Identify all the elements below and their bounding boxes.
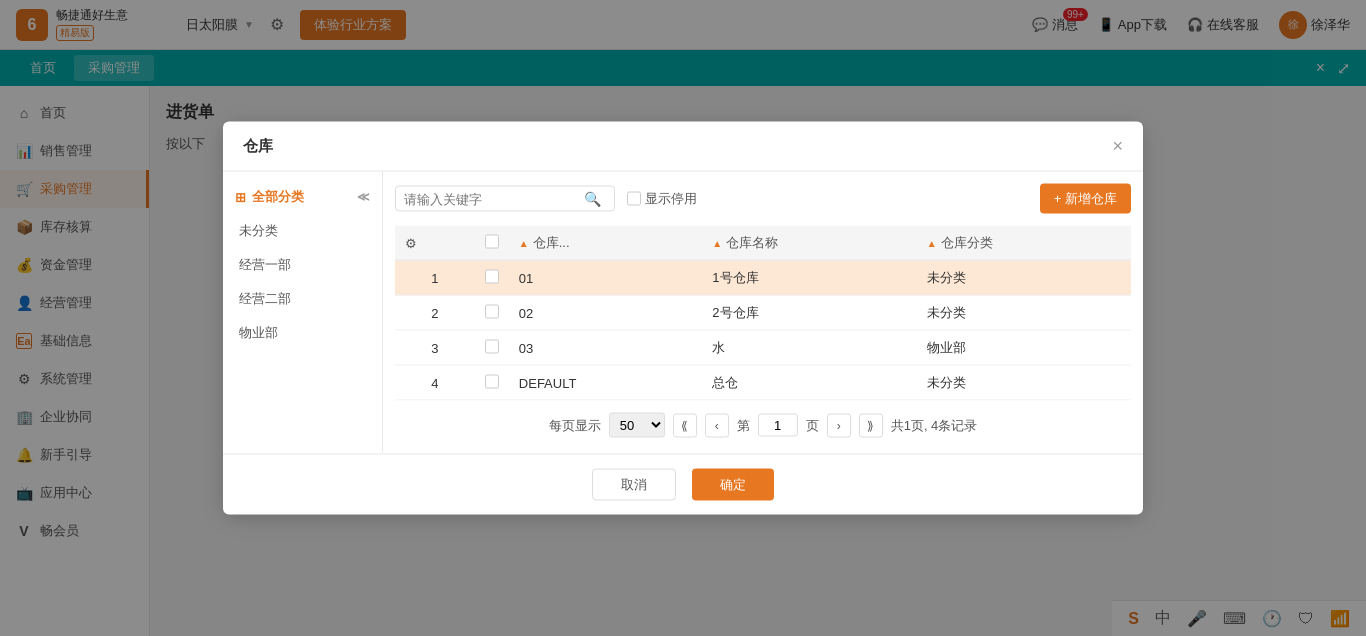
last-page-btn[interactable]: ⟫ <box>859 413 883 437</box>
modal-footer: 取消 确定 <box>223 454 1143 515</box>
row-index: 2 <box>395 295 475 330</box>
row-check-cell <box>475 260 509 295</box>
page-label: 第 <box>737 416 750 434</box>
warehouse-table: ⚙ ▲仓库... ▲仓库名称 ▲仓库分类 1 01 1号仓库 未分类 2 <box>395 226 1131 401</box>
category-item-uncategorized[interactable]: 未分类 <box>223 214 382 248</box>
row-name-3: 水 <box>702 330 916 365</box>
modal-header: 仓库 × <box>223 122 1143 172</box>
grid-icon: ⊞ <box>235 189 246 204</box>
row-checkbox-4[interactable] <box>485 374 499 388</box>
table-row[interactable]: 3 03 水 物业部 <box>395 330 1131 365</box>
category-all[interactable]: ⊞ 全部分类 ≪ <box>223 180 382 214</box>
modal-title: 仓库 <box>243 137 273 156</box>
page-unit: 页 <box>806 416 819 434</box>
pagination: 每页显示 50 100 ⟪ ‹ 第 页 › ⟫ 共1页, 4条记录 <box>395 401 1131 442</box>
first-page-btn[interactable]: ⟪ <box>673 413 697 437</box>
modal-close-button[interactable]: × <box>1112 136 1123 157</box>
row-check-cell <box>475 330 509 365</box>
show-disabled-checkbox[interactable]: 显示停用 <box>627 190 697 208</box>
category-item-operations1[interactable]: 经营一部 <box>223 248 382 282</box>
per-page-label: 每页显示 <box>549 416 601 434</box>
col-check <box>475 226 509 261</box>
next-page-btn[interactable]: › <box>827 413 851 437</box>
per-page-select[interactable]: 50 100 <box>609 413 665 438</box>
select-all-checkbox[interactable] <box>485 234 499 248</box>
search-box[interactable]: 🔍 <box>395 186 615 212</box>
col-category: ▲仓库分类 <box>917 226 1131 261</box>
category-all-label: 全部分类 <box>252 188 304 206</box>
category-panel: ⊞ 全部分类 ≪ 未分类 经营一部 经营二部 物业部 <box>223 172 383 454</box>
row-index: 4 <box>395 365 475 400</box>
table-row[interactable]: 4 DEFAULT 总仓 未分类 <box>395 365 1131 400</box>
row-code-2: 02 <box>509 295 703 330</box>
row-checkbox-2[interactable] <box>485 304 499 318</box>
row-category-3: 物业部 <box>917 330 1131 365</box>
table-row[interactable]: 1 01 1号仓库 未分类 <box>395 260 1131 295</box>
category-collapse-icon[interactable]: ≪ <box>357 190 370 204</box>
page-number-input[interactable] <box>758 414 798 437</box>
row-checkbox-1[interactable] <box>485 269 499 283</box>
row-code-4: DEFAULT <box>509 365 703 400</box>
disabled-checkbox[interactable] <box>627 192 641 206</box>
col-name: ▲仓库名称 <box>702 226 916 261</box>
row-index: 1 <box>395 260 475 295</box>
show-disabled-label: 显示停用 <box>645 190 697 208</box>
row-category-1: 未分类 <box>917 260 1131 295</box>
table-panel: 🔍 显示停用 + 新增仓库 ⚙ <box>383 172 1143 454</box>
table-toolbar: 🔍 显示停用 + 新增仓库 <box>395 184 1131 214</box>
confirm-button[interactable]: 确定 <box>692 469 774 501</box>
modal-body: ⊞ 全部分类 ≪ 未分类 经营一部 经营二部 物业部 🔍 显示停用 <box>223 172 1143 454</box>
table-row[interactable]: 2 02 2号仓库 未分类 <box>395 295 1131 330</box>
row-check-cell <box>475 295 509 330</box>
category-item-operations2[interactable]: 经营二部 <box>223 282 382 316</box>
row-checkbox-3[interactable] <box>485 339 499 353</box>
row-check-cell <box>475 365 509 400</box>
add-warehouse-button[interactable]: + 新增仓库 <box>1040 184 1131 214</box>
col-code: ▲仓库... <box>509 226 703 261</box>
table-container: ⚙ ▲仓库... ▲仓库名称 ▲仓库分类 1 01 1号仓库 未分类 2 <box>395 226 1131 401</box>
row-name-1: 1号仓库 <box>702 260 916 295</box>
row-category-4: 未分类 <box>917 365 1131 400</box>
row-name-4: 总仓 <box>702 365 916 400</box>
warehouse-modal: 仓库 × ⊞ 全部分类 ≪ 未分类 经营一部 经营二部 物业部 <box>223 122 1143 515</box>
pagination-summary: 共1页, 4条记录 <box>891 416 978 434</box>
row-name-2: 2号仓库 <box>702 295 916 330</box>
row-category-2: 未分类 <box>917 295 1131 330</box>
row-code-3: 03 <box>509 330 703 365</box>
cancel-button[interactable]: 取消 <box>592 469 676 501</box>
row-code-1: 01 <box>509 260 703 295</box>
prev-page-btn[interactable]: ‹ <box>705 413 729 437</box>
category-item-property[interactable]: 物业部 <box>223 316 382 350</box>
row-index: 3 <box>395 330 475 365</box>
search-icon[interactable]: 🔍 <box>584 191 601 207</box>
search-input[interactable] <box>404 191 584 206</box>
col-gear: ⚙ <box>395 226 475 261</box>
